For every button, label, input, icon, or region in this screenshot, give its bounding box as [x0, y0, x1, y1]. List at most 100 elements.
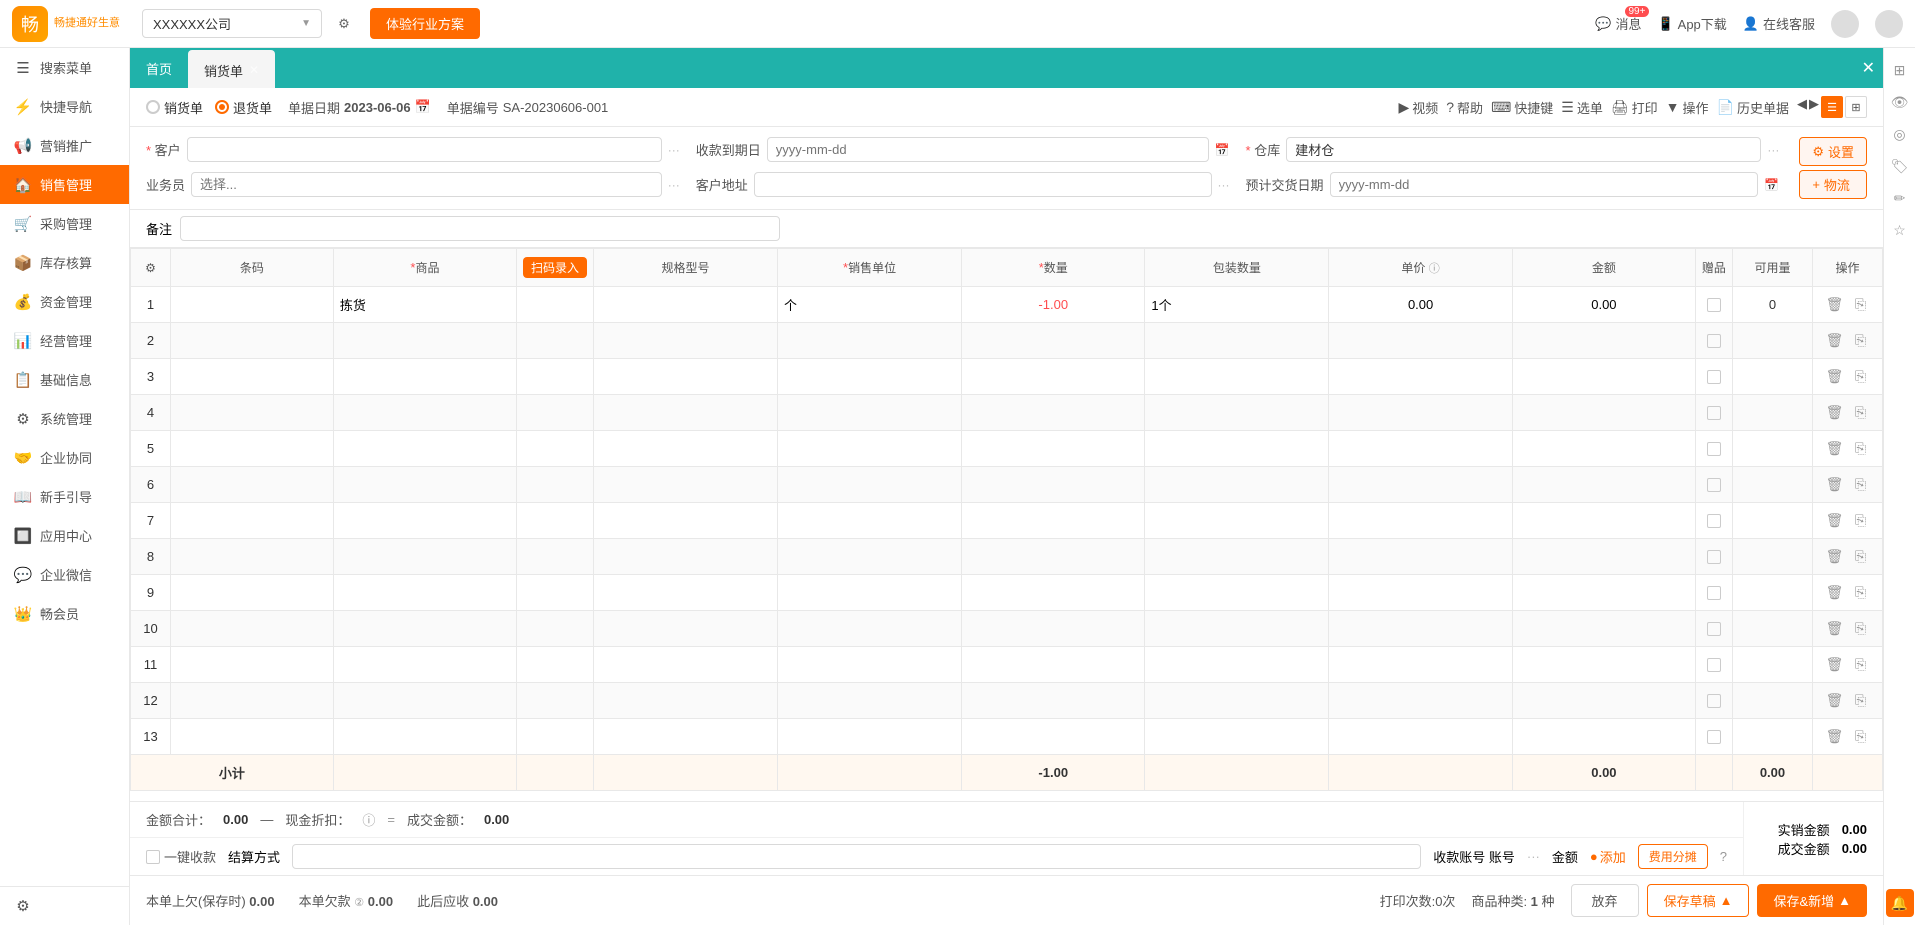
tab-sales-order[interactable]: 销货单 ✕ — [188, 50, 275, 90]
app-download-btn[interactable]: 📱 App下载 — [1657, 14, 1726, 33]
row-pkg-qty[interactable] — [1145, 683, 1329, 719]
row-delete-icon[interactable]: 🗑 — [1825, 439, 1845, 459]
delivery-date-input[interactable] — [1330, 172, 1759, 197]
sidebar-item-basic[interactable]: 📋 基础信息 — [0, 360, 129, 399]
gift-checkbox[interactable] — [1707, 658, 1721, 672]
address-suffix-icon[interactable]: ··· — [1218, 178, 1230, 192]
row-product[interactable] — [333, 647, 516, 683]
row-barcode[interactable] — [171, 719, 334, 755]
warehouse-input[interactable] — [1286, 137, 1761, 162]
row-barcode[interactable] — [171, 539, 334, 575]
row-pkg-qty[interactable] — [1145, 395, 1329, 431]
row-pkg-qty[interactable] — [1145, 323, 1329, 359]
sidebar-item-inventory[interactable]: 📦 库存核算 — [0, 243, 129, 282]
gift-checkbox[interactable] — [1707, 694, 1721, 708]
logistics-btn[interactable]: + 物流 — [1799, 170, 1867, 199]
row-barcode[interactable] — [171, 611, 334, 647]
sidebar-item-guide[interactable]: 📖 新手引导 — [0, 477, 129, 516]
col-settings[interactable]: ⚙ — [131, 249, 171, 287]
sidebar-item-quick-nav[interactable]: ⚡ 快捷导航 — [0, 87, 129, 126]
row-unit[interactable] — [778, 323, 962, 359]
rp-eye[interactable]: 👁 — [1886, 88, 1914, 116]
row-delete-icon[interactable]: 🗑 — [1825, 619, 1845, 639]
row-copy-icon[interactable]: ⎘ — [1851, 691, 1871, 711]
row-pkg-qty[interactable] — [1145, 467, 1329, 503]
row-delete-icon[interactable]: 🗑 — [1825, 403, 1845, 423]
select-btn[interactable]: ☰ 选单 — [1561, 98, 1603, 117]
row-qty[interactable] — [962, 683, 1145, 719]
avatar[interactable] — [1831, 10, 1859, 38]
row-spec[interactable] — [594, 359, 778, 395]
gift-checkbox[interactable] — [1707, 622, 1721, 636]
row-pkg-qty[interactable] — [1145, 359, 1329, 395]
row-copy-icon[interactable]: ⎘ — [1851, 547, 1871, 567]
row-spec[interactable] — [594, 611, 778, 647]
row-barcode[interactable] — [171, 431, 334, 467]
row-qty[interactable] — [962, 323, 1145, 359]
row-unit-price[interactable] — [1329, 719, 1513, 755]
row-delete-icon[interactable]: 🗑 — [1825, 295, 1845, 315]
row-delete-icon[interactable]: 🗑 — [1825, 547, 1845, 567]
abandon-btn[interactable]: 放弃 — [1571, 884, 1639, 917]
row-unit[interactable] — [778, 359, 962, 395]
row-copy-icon[interactable]: ⎘ — [1851, 331, 1871, 351]
row-pkg-qty[interactable] — [1145, 503, 1329, 539]
help-btn[interactable]: ? 帮助 — [1446, 98, 1483, 117]
row-qty[interactable] — [962, 647, 1145, 683]
company-selector[interactable]: XXXXXX公司 ▼ — [142, 9, 322, 38]
row-gift[interactable] — [1695, 467, 1732, 503]
trial-btn[interactable]: 体验行业方案 — [370, 8, 480, 39]
row-amount[interactable] — [1512, 719, 1695, 755]
row-product[interactable] — [333, 503, 516, 539]
row-product[interactable] — [333, 611, 516, 647]
row-qty[interactable] — [962, 467, 1145, 503]
row-qty[interactable] — [962, 539, 1145, 575]
add-payment-btn[interactable]: ● 添加 — [1590, 847, 1626, 866]
row-pkg-qty[interactable] — [1145, 575, 1329, 611]
row-product[interactable] — [333, 575, 516, 611]
row-gift[interactable] — [1695, 287, 1732, 323]
row-amount[interactable] — [1512, 503, 1695, 539]
row-product[interactable] — [333, 539, 516, 575]
row-amount[interactable] — [1512, 539, 1695, 575]
row-spec[interactable] — [594, 575, 778, 611]
row-product[interactable] — [333, 359, 516, 395]
row-unit[interactable] — [778, 503, 962, 539]
print-btn[interactable]: 🖨 打印 — [1611, 98, 1658, 117]
row-copy-icon[interactable]: ⎘ — [1851, 295, 1871, 315]
row-qty[interactable] — [962, 503, 1145, 539]
row-unit[interactable] — [778, 431, 962, 467]
row-amount[interactable] — [1512, 647, 1695, 683]
gift-checkbox[interactable] — [1707, 586, 1721, 600]
rp-orange[interactable]: 🔔 — [1886, 889, 1914, 917]
next-icon[interactable]: ▶ — [1809, 96, 1819, 118]
row-unit-price[interactable] — [1329, 647, 1513, 683]
save-draft-dropdown-icon[interactable]: ▲ — [1720, 893, 1733, 908]
row-unit[interactable] — [778, 467, 962, 503]
row-unit[interactable] — [778, 395, 962, 431]
sidebar-item-search[interactable]: ☰ 搜索菜单 — [0, 48, 129, 87]
row-unit-price[interactable] — [1329, 611, 1513, 647]
help-icon2[interactable]: ⓘ — [362, 810, 375, 829]
row-barcode[interactable] — [171, 323, 334, 359]
row-gift[interactable] — [1695, 539, 1732, 575]
shortcut-btn[interactable]: ⌨ 快捷键 — [1491, 98, 1553, 117]
sidebar-item-business[interactable]: 📊 经营管理 — [0, 321, 129, 360]
row-copy-icon[interactable]: ⎘ — [1851, 439, 1871, 459]
gift-checkbox[interactable] — [1707, 406, 1721, 420]
tab-home[interactable]: 首页 — [130, 48, 188, 88]
row-unit-price[interactable] — [1329, 359, 1513, 395]
save-new-btn[interactable]: 保存&新增 ▲ — [1757, 884, 1867, 917]
row-unit-price[interactable] — [1329, 683, 1513, 719]
row-unit-price[interactable] — [1329, 395, 1513, 431]
row-product[interactable] — [333, 719, 516, 755]
grid-view-btn[interactable]: ⊞ — [1845, 96, 1867, 118]
row-gift[interactable] — [1695, 323, 1732, 359]
row-unit[interactable] — [778, 683, 962, 719]
row-unit[interactable] — [778, 287, 962, 323]
row-qty[interactable] — [962, 287, 1145, 323]
customer-address-input[interactable] — [754, 172, 1212, 197]
row-unit[interactable] — [778, 719, 962, 755]
row-barcode[interactable] — [171, 647, 334, 683]
salesperson-input[interactable] — [191, 172, 662, 197]
